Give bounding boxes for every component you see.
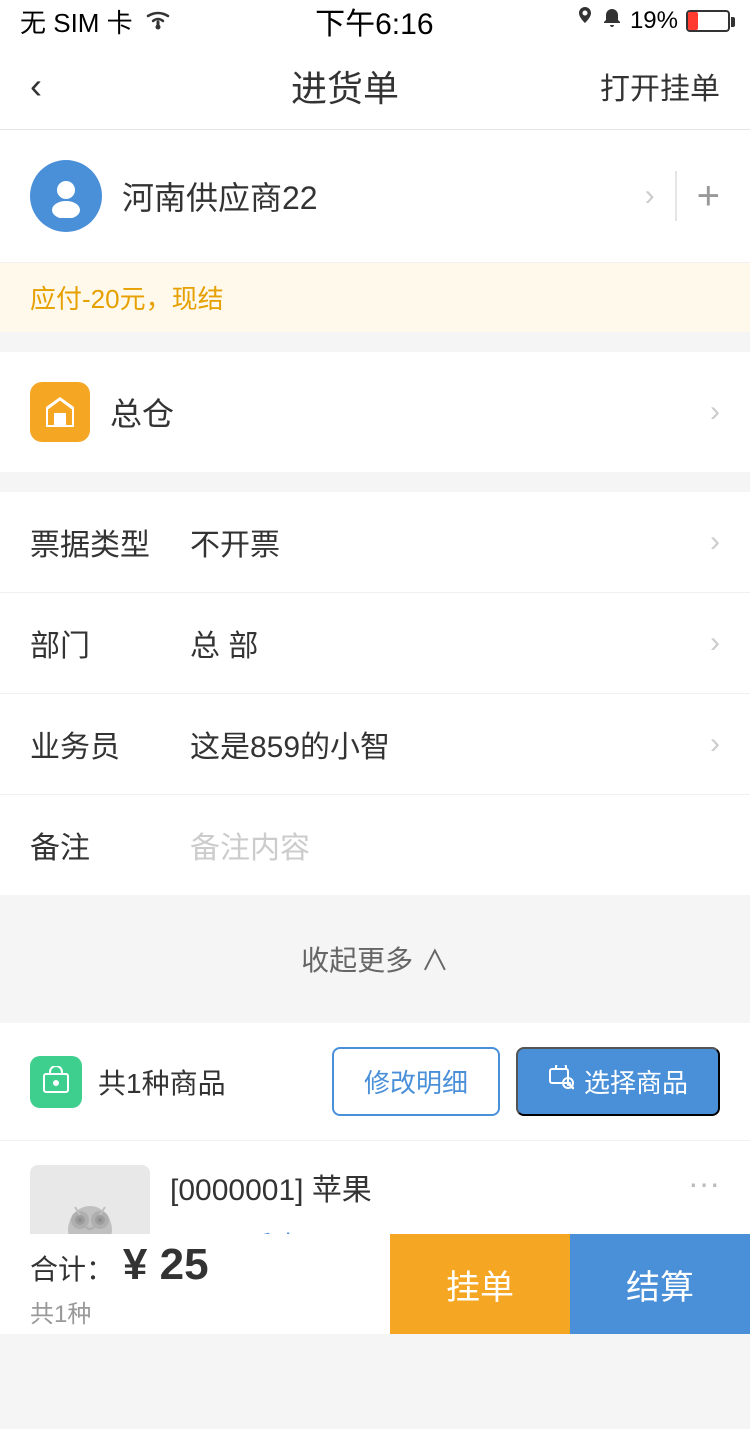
checkout-button[interactable]: 结算	[570, 1234, 750, 1334]
supplier-divider	[675, 171, 677, 221]
open-hang-button[interactable]: 打开挂单	[600, 64, 720, 108]
supplier-name: 河南供应商22	[122, 173, 645, 219]
collapse-more-button[interactable]: 收起更多 ∧	[0, 915, 750, 1003]
product-header-icon	[30, 1056, 82, 1108]
invoice-type-label: 票据类型	[30, 520, 170, 564]
battery-icon	[686, 10, 730, 32]
bottom-bar: 合计： ¥ 25 共1种 挂单 结算	[0, 1234, 750, 1334]
remark-label: 备注	[30, 823, 170, 867]
status-time: 下午6:16	[315, 0, 433, 43]
battery-percent: 19%	[630, 7, 678, 35]
product-title: 苹果	[312, 1174, 372, 1207]
product-count-text: 共1种商品	[98, 1062, 332, 1102]
product-code: [0000001]	[170, 1174, 303, 1207]
form-card: 票据类型 不开票 › 部门 总 部 › 业务员 这是859的小智 › 备注 备注…	[0, 492, 750, 895]
invoice-type-value: 不开票	[170, 520, 710, 564]
supplier-row[interactable]: 河南供应商22 › +	[0, 130, 750, 263]
location-icon	[576, 7, 594, 36]
add-supplier-button[interactable]: +	[697, 174, 720, 219]
warehouse-row[interactable]: 总仓 ›	[0, 352, 750, 472]
alarm-icon	[602, 7, 622, 36]
dept-label: 部门	[30, 621, 170, 665]
total-amount: ¥ 25	[123, 1240, 209, 1289]
staff-value: 这是859的小智	[170, 722, 710, 766]
notice-banner: 应付-20元，现结	[0, 263, 750, 332]
staff-chevron-icon: ›	[710, 727, 720, 761]
staff-label: 业务员	[30, 722, 170, 766]
back-button[interactable]: ‹	[30, 65, 90, 107]
select-product-label: 选择商品	[584, 1063, 688, 1100]
nav-bar: ‹ 进货单 打开挂单	[0, 42, 750, 130]
invoice-type-chevron-icon: ›	[710, 525, 720, 559]
warehouse-chevron-icon: ›	[710, 395, 720, 429]
status-left: 无 SIM 卡	[20, 3, 173, 40]
hang-button[interactable]: 挂单	[390, 1234, 570, 1334]
dept-value: 总 部	[170, 621, 710, 665]
total-sub-label: 共1种	[30, 1294, 360, 1329]
wifi-icon	[143, 6, 173, 37]
supplier-card: 河南供应商22 › + 应付-20元，现结	[0, 130, 750, 332]
status-bar: 无 SIM 卡 下午6:16 19%	[0, 0, 750, 42]
invoice-type-row[interactable]: 票据类型 不开票 ›	[0, 492, 750, 593]
warehouse-name: 总仓	[110, 389, 710, 435]
page-title: 进货单	[291, 60, 399, 112]
product-header: 共1种商品 修改明细 选择商品	[0, 1023, 750, 1141]
total-label: 合计：	[30, 1254, 114, 1285]
supplier-avatar	[30, 160, 102, 232]
select-product-button[interactable]: 选择商品	[516, 1047, 720, 1116]
remark-value: 备注内容	[170, 823, 720, 867]
total-area: 合计： ¥ 25 共1种	[0, 1240, 390, 1329]
product-name: [0000001] 苹果	[170, 1165, 678, 1209]
modify-detail-button[interactable]: 修改明细	[332, 1047, 500, 1116]
dept-chevron-icon: ›	[710, 626, 720, 660]
status-right: 19%	[576, 7, 730, 36]
total-row: 合计： ¥ 25	[30, 1240, 360, 1290]
dept-row[interactable]: 部门 总 部 ›	[0, 593, 750, 694]
staff-row[interactable]: 业务员 这是859的小智 ›	[0, 694, 750, 795]
carrier-text: 无 SIM 卡	[20, 3, 133, 40]
product-more-button[interactable]: ···	[678, 1165, 720, 1202]
remark-row[interactable]: 备注 备注内容	[0, 795, 750, 895]
supplier-chevron-icon: ›	[645, 179, 655, 213]
select-product-icon	[548, 1065, 574, 1098]
warehouse-icon	[30, 382, 90, 442]
